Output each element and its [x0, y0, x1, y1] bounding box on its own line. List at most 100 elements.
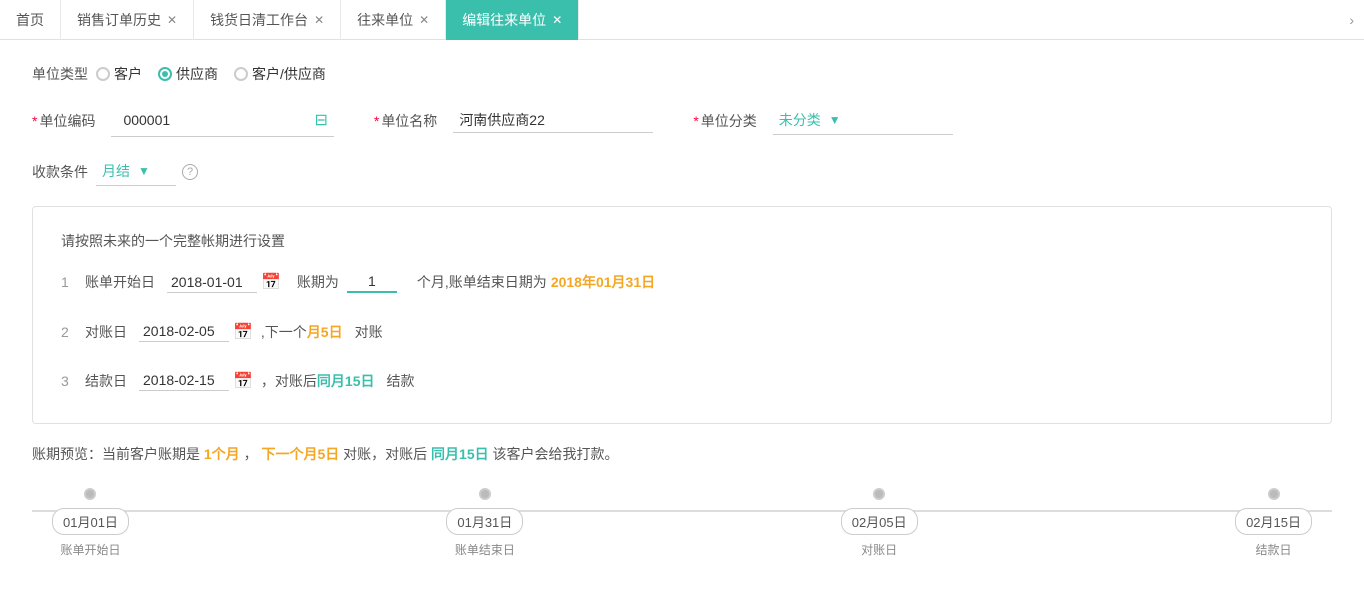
- settings-section: 请按照未来的一个完整帐期进行设置 1 账单开始日 📅 账期为 个月,账单结束日期…: [32, 206, 1332, 424]
- row-3-desc: ，对账后: [261, 371, 317, 391]
- row-1-mid-label: 账期为: [297, 272, 339, 292]
- payment-label: 收款条件: [32, 162, 88, 182]
- row-2-label: 对账日: [85, 322, 127, 342]
- unit-name-input[interactable]: [453, 108, 653, 133]
- timeline-dot-4: [1268, 488, 1280, 500]
- row-1-date-input[interactable]: [167, 272, 257, 293]
- row-3-date-input[interactable]: [139, 370, 229, 391]
- preview-text: 账期预览：当前客户账期是 1个月 ， 下一个月5日 对账，对账后 同月15日 该…: [32, 444, 1332, 464]
- radio-customer-supplier-label: 客户/供应商: [252, 64, 326, 84]
- row-3-calendar-icon[interactable]: 📅: [233, 371, 253, 391]
- timeline-badge-1: 01月01日: [52, 508, 129, 535]
- timeline-badge-4: 02月15日: [1235, 508, 1312, 535]
- timeline-container: 01月01日 账单开始日 01月31日 账单结束日 02月05日 对账日 02月…: [32, 488, 1332, 558]
- preview-part3: 同月15日: [431, 446, 489, 462]
- tab-cashier-close[interactable]: ✕: [314, 13, 324, 27]
- unit-category-star: *: [693, 113, 698, 129]
- timeline-label-4: 结款日: [1256, 541, 1292, 558]
- tab-home[interactable]: 首页: [0, 0, 61, 40]
- tab-units[interactable]: 往来单位 ✕: [341, 0, 446, 40]
- payment-value: 月结: [102, 161, 130, 181]
- timeline-dot-2: [479, 488, 491, 500]
- tab-units-label: 往来单位: [357, 10, 413, 30]
- tab-cashier[interactable]: 钱货日清工作台 ✕: [194, 0, 341, 40]
- unit-name-star: *: [374, 113, 379, 129]
- timeline-item-4: 02月15日 结款日: [1235, 488, 1312, 558]
- unit-code-label: 单位编码: [39, 111, 95, 131]
- row-num-3: 3: [61, 373, 85, 389]
- setting-row-1: 1 账单开始日 📅 账期为 个月,账单结束日期为 2018年01月31日: [61, 271, 1303, 293]
- tab-sales-history[interactable]: 销售订单历史 ✕: [61, 0, 194, 40]
- timeline-item-1: 01月01日 账单开始日: [52, 488, 129, 558]
- radio-supplier[interactable]: 供应商: [158, 64, 218, 84]
- unit-type-row: 单位类型 客户 供应商 客户/供应商: [32, 64, 1332, 84]
- radio-group-unit-type: 客户 供应商 客户/供应商: [96, 64, 326, 84]
- payment-select[interactable]: 月结 ▼: [96, 157, 176, 186]
- payment-row: 收款条件 月结 ▼ ?: [32, 157, 1332, 186]
- row-1-calendar-icon[interactable]: 📅: [261, 272, 281, 292]
- row-2-suffix: 对账: [355, 322, 383, 342]
- timeline-dot-3: [873, 488, 885, 500]
- row-1-months-input[interactable]: [347, 271, 397, 293]
- unit-category-group: * 单位分类 未分类 ▼: [693, 106, 952, 135]
- unit-code-copy-icon[interactable]: ⊟: [314, 110, 327, 130]
- preview-suffix: 该客户会给我打款。: [493, 446, 619, 462]
- payment-help-icon[interactable]: ?: [182, 164, 198, 180]
- radio-customer[interactable]: 客户: [96, 64, 142, 84]
- row-1-end-date: 2018年01月31日: [551, 272, 655, 292]
- tabs-bar: 首页 销售订单历史 ✕ 钱货日清工作台 ✕ 往来单位 ✕ 编辑往来单位 ✕ ›: [0, 0, 1364, 40]
- tab-sales-history-label: 销售订单历史: [77, 10, 161, 30]
- unit-type-label: 单位类型: [32, 64, 88, 84]
- tabs-scroll-arrow[interactable]: ›: [1339, 12, 1364, 28]
- setting-row-3: 3 结款日 📅 ，对账后 同月15日 结款: [61, 370, 1303, 391]
- radio-customer-supplier-circle: [234, 67, 248, 81]
- unit-name-group: * 单位名称: [374, 108, 653, 133]
- tab-edit-units-close[interactable]: ✕: [552, 13, 562, 27]
- timeline-item-3: 02月05日 对账日: [841, 488, 918, 558]
- section-title: 请按照未来的一个完整帐期进行设置: [61, 231, 1303, 251]
- unit-code-group: * 单位编码 ⊟: [32, 104, 334, 137]
- radio-supplier-circle: [158, 67, 172, 81]
- radio-customer-label: 客户: [114, 64, 142, 84]
- preview-part2: 下一个月5日: [261, 446, 339, 462]
- row-1-date-wrap: 📅: [167, 272, 281, 293]
- unit-code-star: *: [32, 113, 37, 129]
- payment-chevron: ▼: [138, 164, 150, 178]
- tab-cashier-label: 钱货日清工作台: [210, 10, 308, 30]
- setting-row-2: 2 对账日 📅 ,下一个 月5日 对账: [61, 321, 1303, 342]
- tab-home-label: 首页: [16, 10, 44, 30]
- unit-category-select[interactable]: 未分类 ▼: [773, 106, 953, 135]
- row-3-highlight: 同月15日: [317, 371, 375, 391]
- radio-customer-supplier[interactable]: 客户/供应商: [234, 64, 326, 84]
- row-2-date-input[interactable]: [139, 321, 229, 342]
- preview-part1: 1个月: [204, 446, 240, 462]
- row-2-calendar-icon[interactable]: 📅: [233, 322, 253, 342]
- tab-edit-units[interactable]: 编辑往来单位 ✕: [446, 0, 579, 40]
- timeline-items: 01月01日 账单开始日 01月31日 账单结束日 02月05日 对账日 02月…: [52, 488, 1312, 558]
- row-2-highlight: 月5日: [307, 322, 343, 342]
- unit-name-label: 单位名称: [381, 111, 437, 131]
- row-3-label: 结款日: [85, 371, 127, 391]
- timeline-label-1: 账单开始日: [60, 541, 120, 558]
- tab-edit-units-label: 编辑往来单位: [462, 10, 546, 30]
- timeline-label-3: 对账日: [861, 541, 897, 558]
- row-3-suffix: 结款: [387, 371, 415, 391]
- row-2-date-wrap: 📅: [139, 321, 253, 342]
- preview-prefix: 账期预览：当前客户账期是: [32, 446, 200, 462]
- tab-sales-history-close[interactable]: ✕: [167, 13, 177, 27]
- unit-code-input-wrap: ⊟: [111, 104, 333, 137]
- timeline-item-2: 01月31日 账单结束日: [446, 488, 523, 558]
- radio-supplier-label: 供应商: [176, 64, 218, 84]
- timeline-dot-1: [84, 488, 96, 500]
- page-content: 单位类型 客户 供应商 客户/供应商 * 单位编码 ⊟: [0, 40, 1364, 608]
- radio-customer-circle: [96, 67, 110, 81]
- timeline-label-2: 账单结束日: [455, 541, 515, 558]
- unit-category-value: 未分类: [779, 110, 821, 130]
- tab-units-close[interactable]: ✕: [419, 13, 429, 27]
- row-2-desc: ,下一个: [261, 322, 307, 342]
- unit-category-chevron: ▼: [829, 113, 841, 127]
- row-1-label: 账单开始日: [85, 272, 155, 292]
- unit-code-input[interactable]: [117, 108, 310, 132]
- preview-comma1: ，: [244, 446, 258, 462]
- preview-mid: 对账，对账后: [343, 446, 427, 462]
